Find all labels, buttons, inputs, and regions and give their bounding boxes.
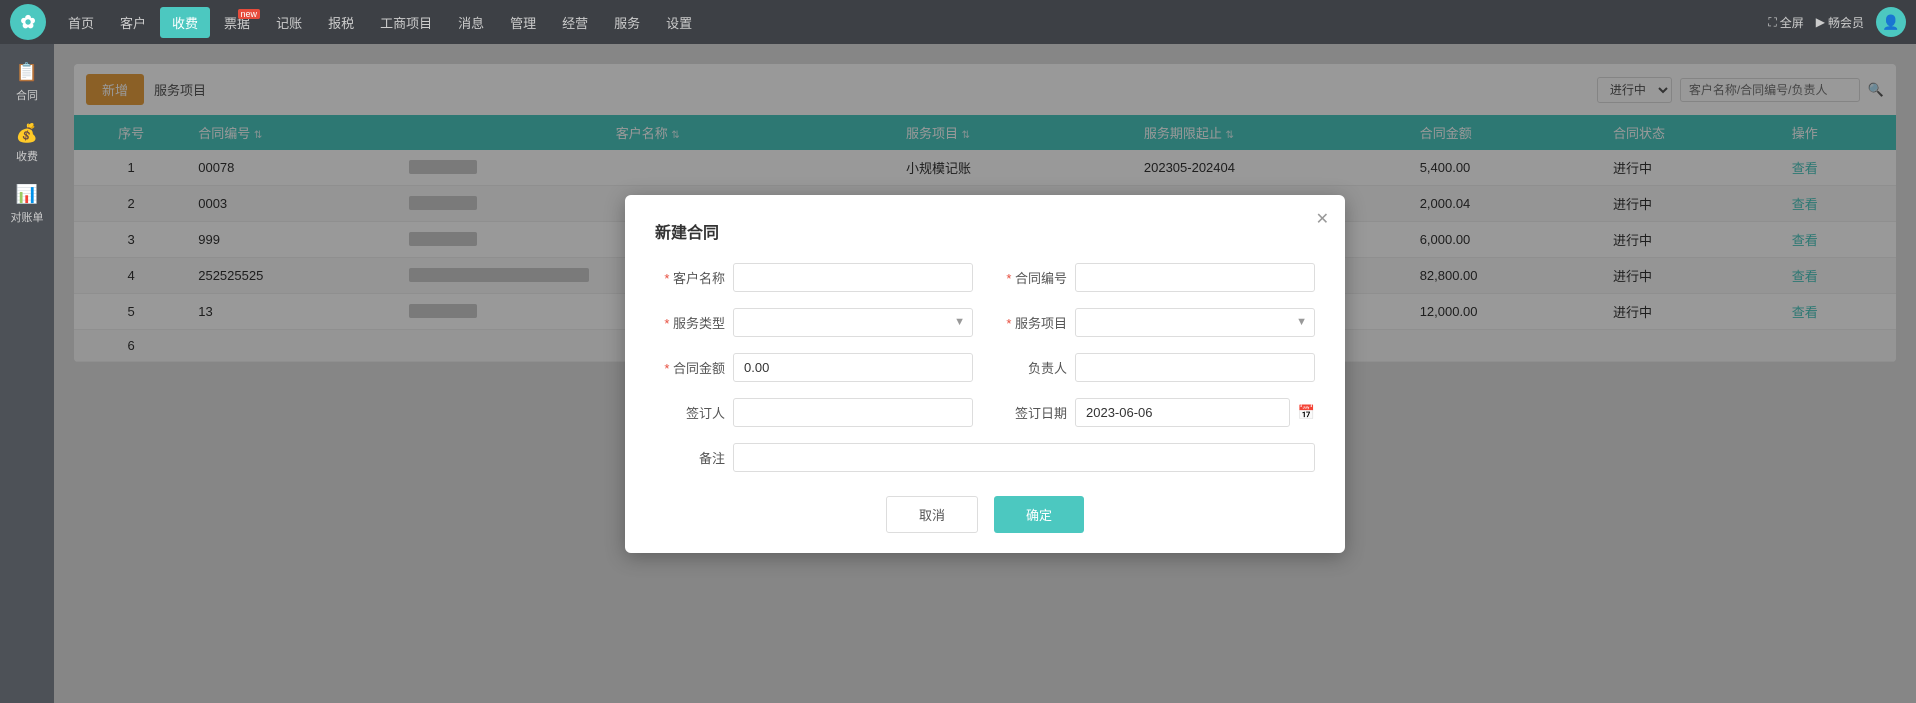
amount-label: 合同金额 (655, 358, 725, 377)
service-item-label: 服务项目 (997, 313, 1067, 332)
dialog-footer: 取消 确定 (655, 496, 1315, 533)
amount-row: 合同金额 (655, 353, 973, 382)
customer-name-input[interactable] (733, 263, 973, 292)
statement-icon: 📊 (16, 184, 38, 205)
logo: ✿ (10, 4, 46, 40)
modal-overlay: 新建合同 ✕ 客户名称 合同编号 服务类型 (54, 44, 1916, 703)
responsible-input[interactable] (1075, 353, 1315, 382)
nav-tax[interactable]: 报税 (316, 7, 366, 38)
nav-customer[interactable]: 客户 (108, 7, 158, 38)
signer-input[interactable] (733, 398, 973, 427)
sidebar-item-statement[interactable]: 📊 对账单 (3, 176, 51, 233)
responsible-label: 负责人 (997, 358, 1067, 377)
sign-date-label: 签订日期 (997, 403, 1067, 422)
sign-date-input[interactable] (1075, 398, 1290, 427)
fullscreen-button[interactable]: ⛶ 全屏 (1768, 14, 1803, 31)
service-item-select[interactable] (1075, 308, 1315, 337)
contract-no-row: 合同编号 (997, 263, 1315, 292)
nav-items: 首页 客户 收费 票据 new 记账 报税 工商项目 消息 管理 经营 服务 设… (56, 7, 1768, 38)
nav-manage[interactable]: 管理 (498, 7, 548, 38)
service-type-label: 服务类型 (655, 313, 725, 332)
remarks-label: 备注 (655, 448, 725, 467)
main-layout: 📋 合同 💰 收费 📊 对账单 新增 服务项目 进行中 已完成 已取消 (0, 44, 1916, 703)
sidebar: 📋 合同 💰 收费 📊 对账单 (0, 44, 54, 703)
contract-icon: 📋 (16, 62, 38, 83)
service-type-select-wrap: ▼ (733, 308, 973, 337)
new-badge: new (238, 9, 261, 19)
service-type-row: 服务类型 ▼ (655, 308, 973, 337)
nav-message[interactable]: 消息 (446, 7, 496, 38)
remarks-row: 备注 (655, 443, 1315, 472)
customer-name-label: 客户名称 (655, 268, 725, 287)
dialog-title: 新建合同 (655, 219, 1315, 243)
nav-billing[interactable]: 收费 (160, 7, 210, 38)
top-navigation: ✿ 首页 客户 收费 票据 new 记账 报税 工商项目 消息 管理 经营 服务… (0, 0, 1916, 44)
cancel-button[interactable]: 取消 (886, 496, 978, 533)
content-area: 新增 服务项目 进行中 已完成 已取消 🔍 序号 合同编 (54, 44, 1916, 703)
contract-no-label: 合同编号 (997, 268, 1067, 287)
nav-right: ⛶ 全屏 ▶ 畅会员 👤 (1768, 7, 1906, 37)
member-button[interactable]: ▶ 畅会员 (1816, 14, 1864, 31)
service-type-select[interactable] (733, 308, 973, 337)
nav-settings[interactable]: 设置 (654, 7, 704, 38)
nav-business[interactable]: 工商项目 (368, 7, 444, 38)
sidebar-item-contract[interactable]: 📋 合同 (3, 54, 51, 111)
contract-no-input[interactable] (1075, 263, 1315, 292)
calendar-icon[interactable]: 📅 (1298, 404, 1315, 421)
signer-label: 签订人 (655, 403, 725, 422)
sidebar-item-billing[interactable]: 💰 收费 (3, 115, 51, 172)
nav-service[interactable]: 服务 (602, 7, 652, 38)
confirm-button[interactable]: 确定 (994, 496, 1084, 533)
nav-invoice[interactable]: 票据 new (212, 7, 262, 38)
responsible-row: 负责人 (997, 353, 1315, 382)
signer-row: 签订人 (655, 398, 973, 427)
nav-bookkeeping[interactable]: 记账 (264, 7, 314, 38)
customer-name-row: 客户名称 (655, 263, 973, 292)
nav-operation[interactable]: 经营 (550, 7, 600, 38)
close-button[interactable]: ✕ (1316, 209, 1329, 229)
sign-date-row: 签订日期 📅 (997, 398, 1315, 427)
remarks-input[interactable] (733, 443, 1315, 472)
avatar[interactable]: 👤 (1876, 7, 1906, 37)
create-contract-dialog: 新建合同 ✕ 客户名称 合同编号 服务类型 (625, 195, 1345, 553)
service-item-select-wrap: ▼ (1075, 308, 1315, 337)
amount-input[interactable] (733, 353, 973, 382)
service-item-row: 服务项目 ▼ (997, 308, 1315, 337)
billing-icon: 💰 (16, 123, 38, 144)
nav-home[interactable]: 首页 (56, 7, 106, 38)
form-grid: 客户名称 合同编号 服务类型 ▼ (655, 263, 1315, 472)
